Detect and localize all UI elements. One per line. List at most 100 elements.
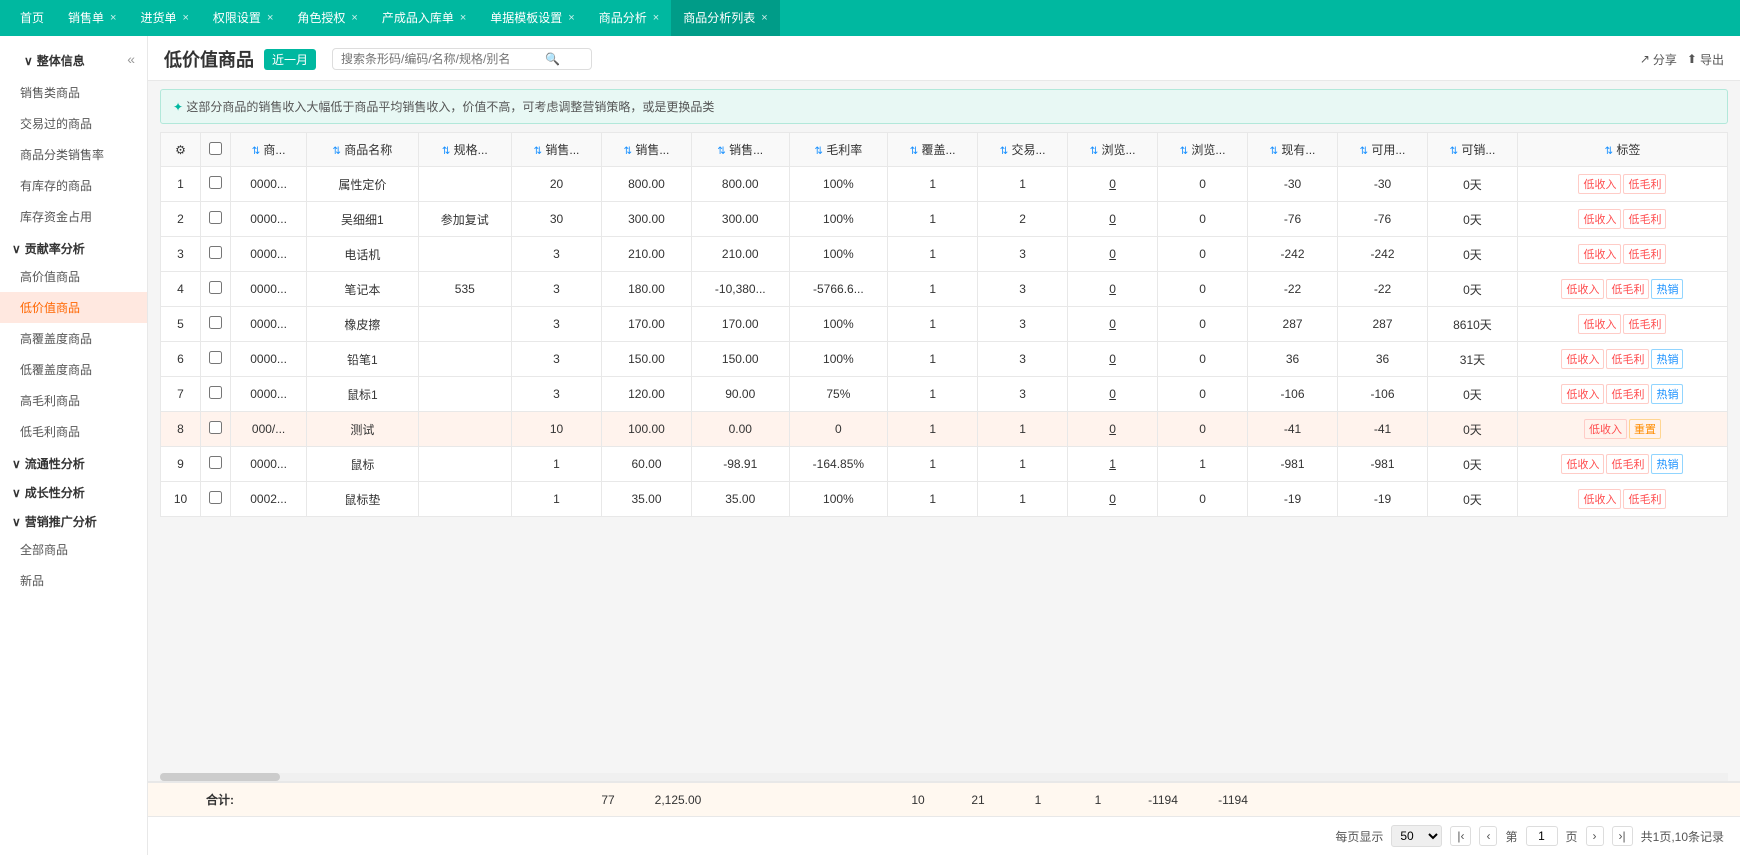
sidebar-item-high-margin[interactable]: 高毛利商品	[0, 385, 147, 416]
th-settings[interactable]: ⚙	[161, 133, 201, 167]
sidebar-item-new-products[interactable]: 新品	[0, 565, 147, 596]
nav-home[interactable]: 首页	[8, 0, 56, 36]
row-checkbox-cell[interactable]	[201, 447, 231, 482]
row-view1[interactable]: 0	[1068, 307, 1158, 342]
th-sales2[interactable]: ⇅ 销售...	[602, 133, 692, 167]
th-name[interactable]: ⇅ 商品名称	[307, 133, 418, 167]
th-current[interactable]: ⇅ 现有...	[1248, 133, 1338, 167]
th-saleable[interactable]: ⇅ 可销...	[1427, 133, 1517, 167]
th-view2[interactable]: ⇅ 浏览...	[1158, 133, 1248, 167]
first-page-button[interactable]: |‹	[1450, 826, 1471, 846]
scrollbar-thumb[interactable]	[160, 773, 280, 781]
view1-link[interactable]: 0	[1109, 247, 1116, 261]
sidebar-item-stock-funds[interactable]: 库存资金占用	[0, 201, 147, 232]
view1-link[interactable]: 1	[1109, 457, 1116, 471]
row-checkbox-cell[interactable]	[201, 307, 231, 342]
row-view1[interactable]: 0	[1068, 202, 1158, 237]
row-checkbox[interactable]	[209, 246, 222, 259]
sidebar-item-high-value[interactable]: 高价值商品	[0, 261, 147, 292]
th-tags[interactable]: ⇅ 标签	[1517, 133, 1727, 167]
view1-link[interactable]: 0	[1109, 387, 1116, 401]
row-checkbox[interactable]	[209, 491, 222, 504]
sidebar-item-sales-products[interactable]: 销售类商品	[0, 77, 147, 108]
th-sales1[interactable]: ⇅ 销售...	[512, 133, 602, 167]
row-view1[interactable]: 0	[1068, 412, 1158, 447]
th-view1[interactable]: ⇅ 浏览...	[1068, 133, 1158, 167]
next-page-button[interactable]: ›	[1586, 826, 1604, 846]
th-trade[interactable]: ⇅ 交易...	[978, 133, 1068, 167]
row-checkbox[interactable]	[209, 456, 222, 469]
th-spec[interactable]: ⇅ 规格...	[418, 133, 511, 167]
row-checkbox[interactable]	[209, 421, 222, 434]
row-checkbox-cell[interactable]	[201, 412, 231, 447]
prev-page-button[interactable]: ‹	[1479, 826, 1497, 846]
row-view1[interactable]: 0	[1068, 342, 1158, 377]
sidebar-item-stocked-products[interactable]: 有库存的商品	[0, 170, 147, 201]
row-checkbox-cell[interactable]	[201, 342, 231, 377]
th-available[interactable]: ⇅ 可用...	[1338, 133, 1428, 167]
row-checkbox[interactable]	[209, 316, 222, 329]
row-checkbox-cell[interactable]	[201, 237, 231, 272]
nav-product-analysis[interactable]: 商品分析 ×	[587, 0, 671, 36]
select-all-checkbox[interactable]	[209, 142, 222, 155]
share-button[interactable]: ↗ 分享	[1640, 51, 1677, 68]
nav-permissions[interactable]: 权限设置 ×	[201, 0, 285, 36]
sidebar-item-low-coverage[interactable]: 低覆盖度商品	[0, 354, 147, 385]
sidebar-item-low-value[interactable]: 低价值商品	[0, 292, 147, 323]
sidebar-item-category-sales-rate[interactable]: 商品分类销售率	[0, 139, 147, 170]
row-checkbox[interactable]	[209, 176, 222, 189]
close-icon[interactable]: ×	[351, 0, 357, 36]
recent-month-button[interactable]: 近一月	[264, 49, 316, 70]
sidebar-item-high-coverage[interactable]: 高覆盖度商品	[0, 323, 147, 354]
per-page-select[interactable]: 50 20 100	[1391, 825, 1442, 847]
view1-link[interactable]: 0	[1109, 212, 1116, 226]
row-view1[interactable]: 0	[1068, 482, 1158, 517]
row-view1[interactable]: 0	[1068, 377, 1158, 412]
view1-link[interactable]: 0	[1109, 177, 1116, 191]
close-icon[interactable]: ×	[653, 0, 659, 36]
close-icon[interactable]: ×	[460, 0, 466, 36]
row-view1[interactable]: 1	[1068, 447, 1158, 482]
last-page-button[interactable]: ›|	[1612, 826, 1633, 846]
th-checkbox[interactable]	[201, 133, 231, 167]
export-button[interactable]: ⬆ 导出	[1687, 51, 1724, 68]
row-checkbox[interactable]	[209, 281, 222, 294]
th-code[interactable]: ⇅ 商...	[231, 133, 307, 167]
row-checkbox[interactable]	[209, 386, 222, 399]
close-icon[interactable]: ×	[761, 0, 767, 36]
view1-link[interactable]: 0	[1109, 352, 1116, 366]
row-checkbox[interactable]	[209, 351, 222, 364]
close-icon[interactable]: ×	[568, 0, 574, 36]
view1-link[interactable]: 0	[1109, 492, 1116, 506]
nav-template-settings[interactable]: 单据模板设置 ×	[478, 0, 586, 36]
nav-product-inbound[interactable]: 产成品入库单 ×	[370, 0, 478, 36]
view1-link[interactable]: 0	[1109, 317, 1116, 331]
th-margin[interactable]: ⇅ 毛利率	[789, 133, 888, 167]
row-checkbox-cell[interactable]	[201, 202, 231, 237]
row-checkbox-cell[interactable]	[201, 272, 231, 307]
view1-link[interactable]: 0	[1109, 282, 1116, 296]
th-sales3[interactable]: ⇅ 销售...	[691, 133, 789, 167]
view1-link[interactable]: 0	[1109, 422, 1116, 436]
search-input[interactable]	[341, 52, 541, 66]
nav-purchase-order[interactable]: 进货单 ×	[128, 0, 200, 36]
close-icon[interactable]: ×	[182, 0, 188, 36]
close-icon[interactable]: ×	[110, 0, 116, 36]
row-view1[interactable]: 0	[1068, 237, 1158, 272]
table-container[interactable]: ⚙ ⇅ 商... ⇅ 商品名称 ⇅ 规格... ⇅ 销售... ⇅ 销售... …	[148, 132, 1740, 773]
nav-product-analysis-list[interactable]: 商品分析列表 ×	[671, 0, 779, 36]
row-view1[interactable]: 0	[1068, 272, 1158, 307]
row-checkbox[interactable]	[209, 211, 222, 224]
row-checkbox-cell[interactable]	[201, 377, 231, 412]
horizontal-scrollbar[interactable]	[160, 773, 1728, 781]
th-coverage[interactable]: ⇅ 覆盖...	[888, 133, 978, 167]
sidebar-item-low-margin[interactable]: 低毛利商品	[0, 416, 147, 447]
row-checkbox-cell[interactable]	[201, 167, 231, 202]
nav-role-auth[interactable]: 角色授权 ×	[285, 0, 369, 36]
nav-sales-order[interactable]: 销售单 ×	[56, 0, 128, 36]
row-checkbox-cell[interactable]	[201, 482, 231, 517]
collapse-button[interactable]: «	[123, 49, 139, 69]
sidebar-item-traded-products[interactable]: 交易过的商品	[0, 108, 147, 139]
sidebar-item-all-products[interactable]: 全部商品	[0, 534, 147, 565]
page-number-input[interactable]	[1526, 826, 1558, 846]
